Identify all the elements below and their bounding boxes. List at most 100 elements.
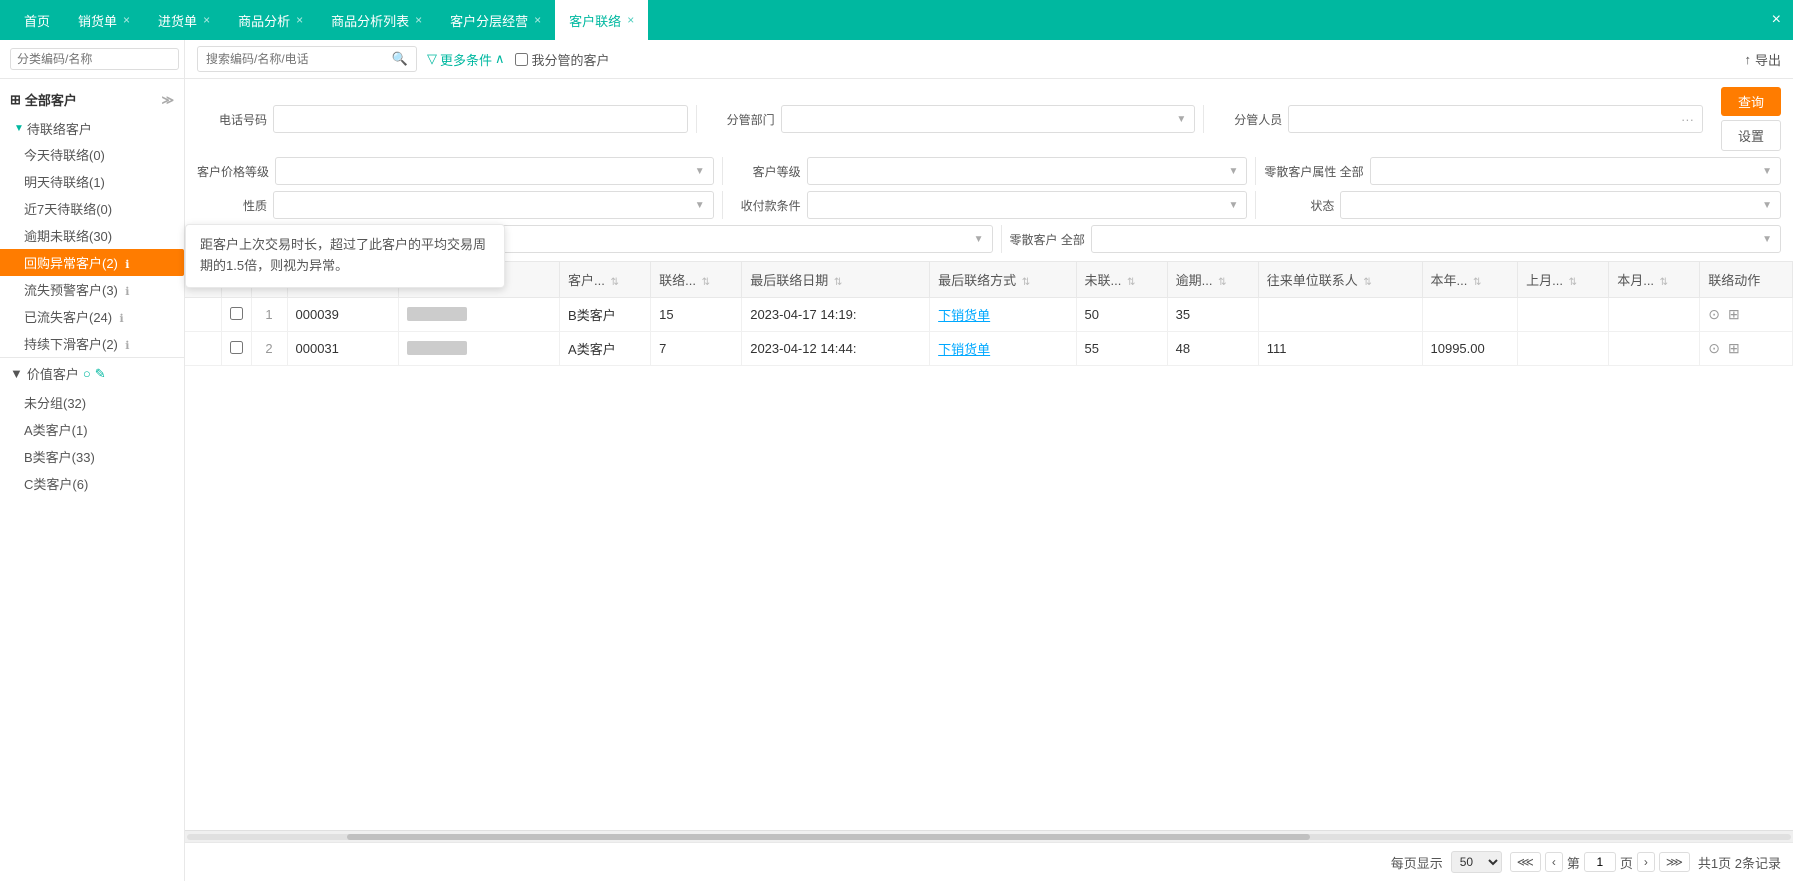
table-row: 2 000031 A类客户 7 2023-04-12 14:44: 下销货单 xyxy=(185,332,1793,366)
row1-method-link[interactable]: 下销货单 xyxy=(938,308,990,323)
row1-unit-contact xyxy=(1258,298,1422,332)
tab-customer-contact[interactable]: 客户联络 × xyxy=(555,0,648,40)
sidebar-item-pending-today[interactable]: 今天待联络(0) xyxy=(0,141,184,168)
close-tab-tier[interactable]: × xyxy=(534,13,541,27)
sidebar-search-input[interactable] xyxy=(10,48,179,70)
more-conditions-btn[interactable]: ▽ 更多条件 ∧ xyxy=(427,50,505,69)
scrollbar-thumb[interactable] xyxy=(347,834,1309,840)
sort-lmonth-icon[interactable]: ⇅ xyxy=(1569,277,1577,288)
settings-btn[interactable]: 设置 xyxy=(1721,120,1781,151)
tree-pending-section[interactable]: ▼ 待联络客户 xyxy=(0,114,184,141)
next-page-btn[interactable]: › xyxy=(1637,852,1655,872)
sidebar-item-b-class[interactable]: B类客户(33) xyxy=(0,443,184,470)
pagination-bar: 每页显示 50 20 100 ⋘ ‹ 第 页 › ⋙ 共1页 2条记录 xyxy=(185,842,1793,881)
row2-category: A类客户 xyxy=(560,332,651,366)
query-btn[interactable]: 查询 xyxy=(1721,87,1781,116)
sidebar-item-pending-7days[interactable]: 近7天待联络(0) xyxy=(0,195,184,222)
close-all-tabs[interactable]: × xyxy=(1772,11,1781,29)
manager-dots[interactable]: ··· xyxy=(1681,112,1694,127)
close-tab-purchase[interactable]: × xyxy=(203,13,210,27)
sort-method-icon[interactable]: ⇅ xyxy=(1022,277,1030,288)
filter-manager-select[interactable]: ··· xyxy=(1288,105,1703,133)
row2-checkbox-cell xyxy=(221,332,251,366)
horizontal-scrollbar[interactable] xyxy=(185,830,1793,842)
per-page-select[interactable]: 50 20 100 xyxy=(1451,851,1502,873)
info-icon-churn-warning[interactable]: ℹ xyxy=(125,286,129,298)
filter-retail-select[interactable]: ▼ xyxy=(1091,225,1781,253)
row2-checkbox[interactable] xyxy=(230,341,243,354)
retail-arrow: ▼ xyxy=(1762,234,1772,245)
filter-phone-label: 电话号码 xyxy=(197,111,267,128)
filter-phone-input[interactable] xyxy=(273,105,688,133)
filter-retail-attr: 零散客户属性 全部 ▼ xyxy=(1264,157,1781,185)
close-tab-sales[interactable]: × xyxy=(123,13,130,27)
collapse-sidebar-btn[interactable]: ≫ xyxy=(161,93,174,107)
prev-page-btn[interactable]: ‹ xyxy=(1545,852,1563,872)
export-btn[interactable]: ↑ 导出 xyxy=(1744,50,1781,69)
sidebar-item-churned[interactable]: 已流失客户(24) ℹ xyxy=(0,303,184,330)
filter-dept-select[interactable]: ▼ xyxy=(781,105,1196,133)
row1-view-icon[interactable]: ⊙ xyxy=(1708,306,1720,323)
sidebar-item-churn-warning[interactable]: 流失预警客户(3) ℹ xyxy=(0,276,184,303)
tab-customer-tier[interactable]: 客户分层经营 × xyxy=(436,0,555,40)
export-icon: ↑ xyxy=(1744,52,1751,67)
row2-view-icon[interactable]: ⊙ xyxy=(1708,340,1720,357)
sidebar-item-a-class[interactable]: A类客户(1) xyxy=(0,416,184,443)
filter-nature-select[interactable]: ▼ xyxy=(273,191,714,219)
info-icon-declining[interactable]: ℹ xyxy=(125,340,129,352)
filter-price-label: 客户价格等级 xyxy=(197,163,269,180)
my-customer-checkbox[interactable] xyxy=(515,53,528,66)
sidebar-item-declining[interactable]: 持续下滑客户(2) ℹ xyxy=(0,330,184,357)
table-scroll[interactable]: ⚙ 客户编码 ⇅ 客户名称 xyxy=(185,262,1793,830)
tab-product-analysis[interactable]: 商品分析 × xyxy=(224,0,317,40)
th-category: 客户... ⇅ xyxy=(560,262,651,298)
info-icon-repurchase[interactable]: ℹ xyxy=(125,259,129,271)
tab-sales-order[interactable]: 销货单 × xyxy=(64,0,144,40)
sidebar-item-pending-tomorrow[interactable]: 明天待联络(1) xyxy=(0,168,184,195)
filter-retail-attr-select[interactable]: ▼ xyxy=(1370,157,1781,185)
info-icon-churned[interactable]: ℹ xyxy=(119,313,123,325)
filter-row-2: 客户价格等级 ▼ 客户等级 ▼ 零散客户属性 全部 ▼ xyxy=(197,157,1781,185)
sort-cat-icon[interactable]: ⇅ xyxy=(611,277,619,288)
filter-payment-select[interactable]: ▼ xyxy=(807,191,1248,219)
sidebar-item-overdue[interactable]: 逾期未联络(30) xyxy=(0,222,184,249)
search-bar-icon[interactable]: 🔍 xyxy=(392,51,408,67)
row2-more-icon[interactable]: ⊞ xyxy=(1728,340,1740,357)
tab-product-analysis-list[interactable]: 商品分析列表 × xyxy=(317,0,436,40)
tab-home[interactable]: 首页 xyxy=(10,0,64,40)
sort-contact-icon[interactable]: ⇅ xyxy=(702,277,710,288)
close-tab-contact[interactable]: × xyxy=(627,13,634,27)
filter-price-select[interactable]: ▼ xyxy=(275,157,714,185)
sort-date-icon[interactable]: ⇅ xyxy=(834,277,842,288)
last-page-btn[interactable]: ⋙ xyxy=(1659,852,1690,872)
search-input[interactable] xyxy=(206,52,386,66)
sort-year-icon[interactable]: ⇅ xyxy=(1473,277,1481,288)
close-tab-analysis[interactable]: × xyxy=(296,13,303,27)
row2-method-link[interactable]: 下销货单 xyxy=(938,342,990,357)
edit-pencil-icon[interactable]: ✎ xyxy=(95,366,106,382)
sidebar-item-c-class[interactable]: C类客户(6) xyxy=(0,470,184,497)
sort-tmonth-icon[interactable]: ⇅ xyxy=(1660,277,1668,288)
row1-checkbox-cell xyxy=(221,298,251,332)
close-tab-analysis-list[interactable]: × xyxy=(415,13,422,27)
sort-nocontact-icon[interactable]: ⇅ xyxy=(1127,277,1135,288)
filter-level-label: 客户等级 xyxy=(731,163,801,180)
row1-settings xyxy=(185,298,221,332)
sidebar-item-repurchase-anomaly[interactable]: 回购异常客户(2) ℹ xyxy=(0,249,184,276)
row1-checkbox[interactable] xyxy=(230,307,243,320)
tree-all-customers[interactable]: ⊞ 全部客户 ≫ xyxy=(0,85,184,114)
filter-level-select[interactable]: ▼ xyxy=(807,157,1248,185)
tab-purchase-order[interactable]: 进货单 × xyxy=(144,0,224,40)
th-this-year: 本年... ⇅ xyxy=(1422,262,1518,298)
row1-more-icon[interactable]: ⊞ xyxy=(1728,306,1740,323)
filter-retail-attr-label: 零散客户属性 全部 xyxy=(1264,163,1363,180)
edit-group-icon[interactable]: ○ xyxy=(83,366,91,381)
first-page-btn[interactable]: ⋘ xyxy=(1510,852,1541,872)
page-input[interactable] xyxy=(1584,852,1616,872)
sidebar-item-ungroup[interactable]: 未分组(32) xyxy=(0,389,184,416)
my-customer-checkbox-wrap[interactable]: 我分管的客户 xyxy=(515,50,610,69)
sort-unit-icon[interactable]: ⇅ xyxy=(1363,277,1371,288)
filter-retail-label: 零散客户 全部 xyxy=(1010,231,1085,248)
sort-overdue-icon[interactable]: ⇅ xyxy=(1218,277,1226,288)
filter-status-select[interactable]: ▼ xyxy=(1340,191,1781,219)
